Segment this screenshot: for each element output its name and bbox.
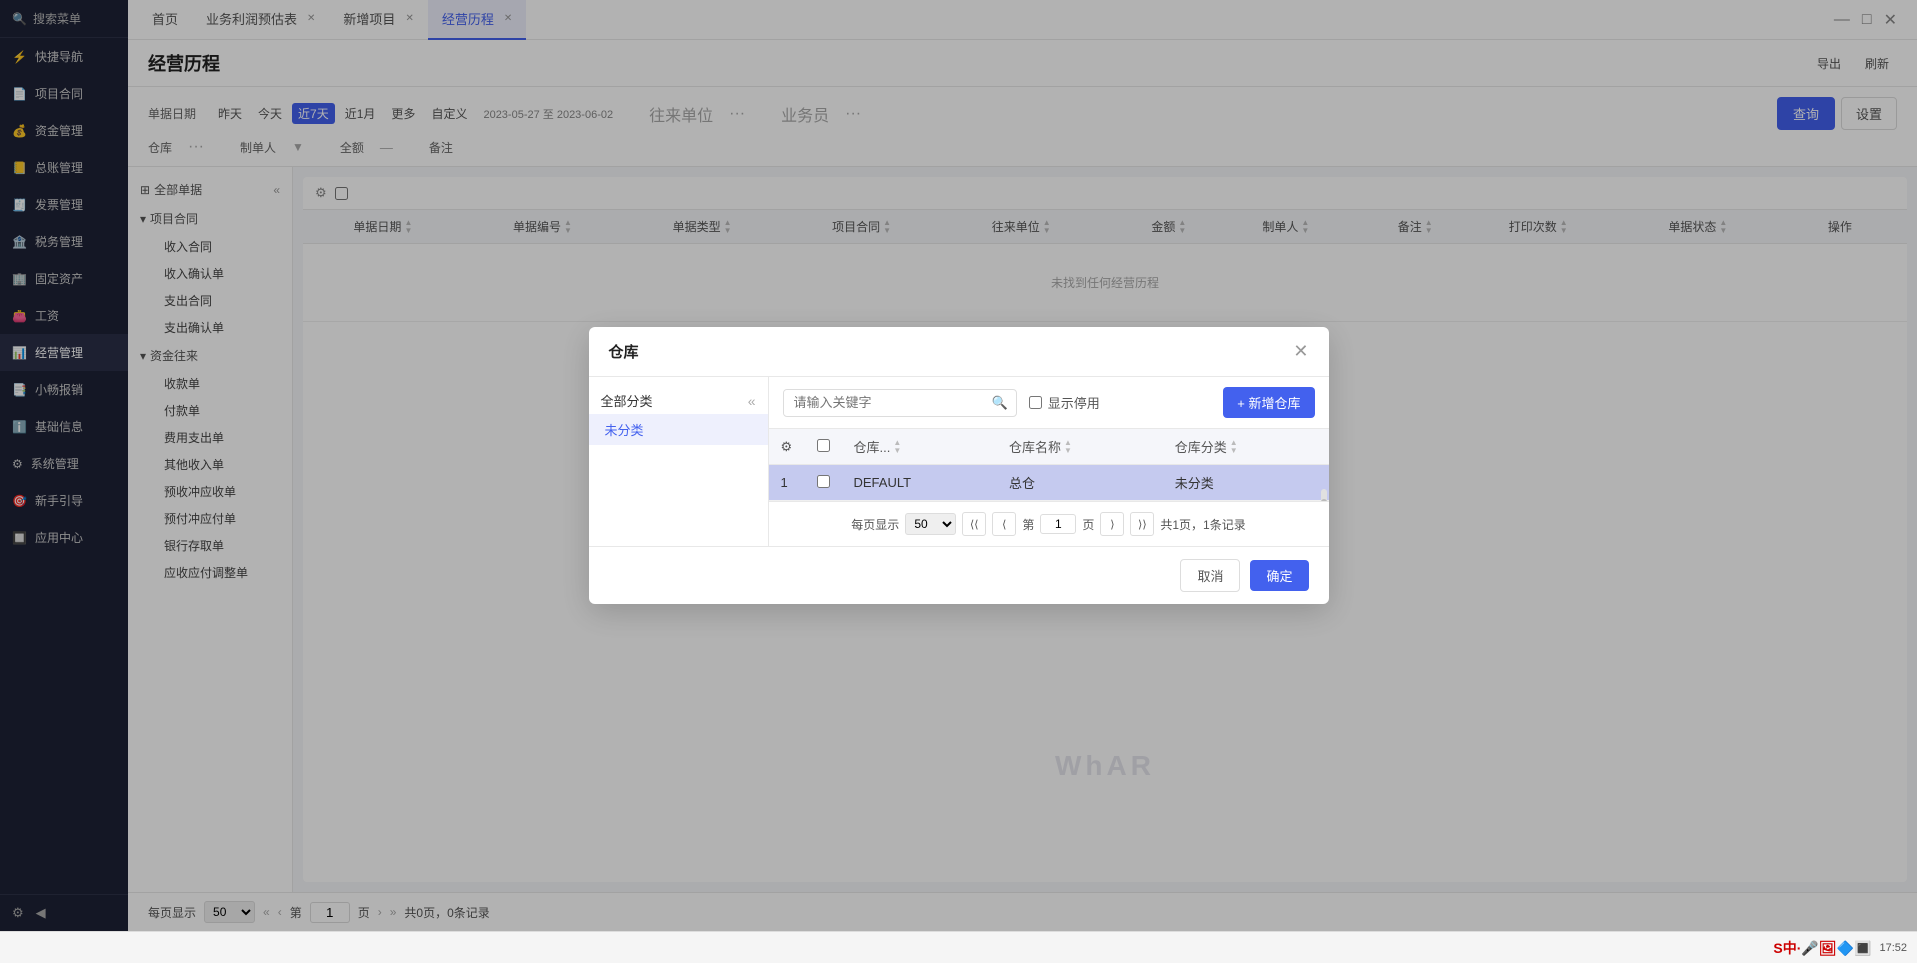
modal-col-settings[interactable]: ⚙ (769, 429, 805, 465)
modal-prev-page[interactable]: ⟨ (992, 512, 1016, 536)
modal-first-page[interactable]: ⟨⟨ (962, 512, 986, 536)
show-disabled-checkbox[interactable] (1029, 396, 1042, 409)
modal-search-box: 🔍 (783, 389, 1017, 417)
modal-per-page-label: 每页显示 (851, 516, 899, 533)
modal-pagination: 每页显示 50 100 ⟨⟨ ⟨ 第 页 ⟩ ⟩⟩ 共1页，1条记录 (769, 501, 1329, 546)
modal-row-name: 总仓 (997, 465, 1163, 501)
modal-body: 全部分类 « 未分类 🔍 显示停用 (589, 377, 1329, 546)
taskbar-icons: S中·🎤🖼🔷🔳 (1773, 938, 1871, 958)
modal-last-page[interactable]: ⟩⟩ (1130, 512, 1154, 536)
modal-row-category: 未分类 (1163, 465, 1329, 501)
search-icon-modal[interactable]: 🔍 (984, 390, 1016, 416)
modal-select-all[interactable] (817, 439, 830, 452)
modal-row-code: DEFAULT (842, 465, 998, 501)
all-category-label[interactable]: 全部分类 (601, 391, 653, 410)
modal-toolbar: 🔍 显示停用 + 新增仓库 (769, 377, 1329, 429)
modal-search-input[interactable] (784, 390, 984, 415)
modal-close-icon[interactable]: ✕ (1293, 341, 1308, 362)
modal-row-seq: 1 (769, 465, 805, 501)
modal-col-code[interactable]: 仓库...▲▼ (842, 429, 998, 465)
modal-col-category[interactable]: 仓库分类▲▼ (1163, 429, 1329, 465)
modal-page-label: 第 (1022, 516, 1034, 533)
modal-left-header: 全部分类 « (589, 387, 768, 414)
modal-warehouse-table: ⚙ 仓库...▲▼ 仓库名称▲▼ 仓库分类▲▼ (769, 429, 1329, 501)
modal-row-checkbox[interactable] (805, 465, 842, 501)
modal-header: 仓库 ✕ (589, 327, 1329, 377)
modal-page-input[interactable] (1040, 514, 1076, 534)
modal-next-page[interactable]: ⟩ (1100, 512, 1124, 536)
modal-warehouse: 仓库 ✕ 全部分类 « 未分类 🔍 (589, 327, 1329, 604)
cancel-button[interactable]: 取消 (1180, 559, 1240, 592)
modal-title: 仓库 (609, 341, 639, 362)
modal-per-page-select[interactable]: 50 100 (905, 513, 956, 535)
modal-table-area: ⚙ 仓库...▲▼ 仓库名称▲▼ 仓库分类▲▼ (769, 429, 1329, 501)
modal-table-header-row: ⚙ 仓库...▲▼ 仓库名称▲▼ 仓库分类▲▼ (769, 429, 1329, 465)
modal-page-end: 页 (1082, 516, 1094, 533)
taskbar: S中·🎤🖼🔷🔳 17:52 (0, 931, 1917, 963)
modal-left-collapse-icon[interactable]: « (748, 393, 756, 409)
scroll-thumb[interactable] (1321, 499, 1327, 501)
show-disabled-label[interactable]: 显示停用 (1029, 393, 1100, 412)
modal-overlay: 仓库 ✕ 全部分类 « 未分类 🔍 (0, 0, 1917, 931)
modal-col-name[interactable]: 仓库名称▲▼ (997, 429, 1163, 465)
modal-right-panel: 🔍 显示停用 + 新增仓库 ⚙ (769, 377, 1329, 546)
modal-col-checkbox (805, 429, 842, 465)
modal-scrollbar[interactable] (1321, 489, 1327, 501)
add-warehouse-button[interactable]: + 新增仓库 (1223, 387, 1314, 418)
modal-left-unclassified[interactable]: 未分类 (589, 414, 768, 445)
modal-total-label: 共1页，1条记录 (1160, 516, 1245, 533)
modal-left-panel: 全部分类 « 未分类 (589, 377, 769, 546)
table-row[interactable]: 1 DEFAULT 总仓 未分类 (769, 465, 1329, 501)
modal-actions: 取消 确定 (589, 546, 1329, 604)
taskbar-time: 17:52 (1879, 942, 1907, 954)
confirm-button[interactable]: 确定 (1250, 560, 1308, 591)
